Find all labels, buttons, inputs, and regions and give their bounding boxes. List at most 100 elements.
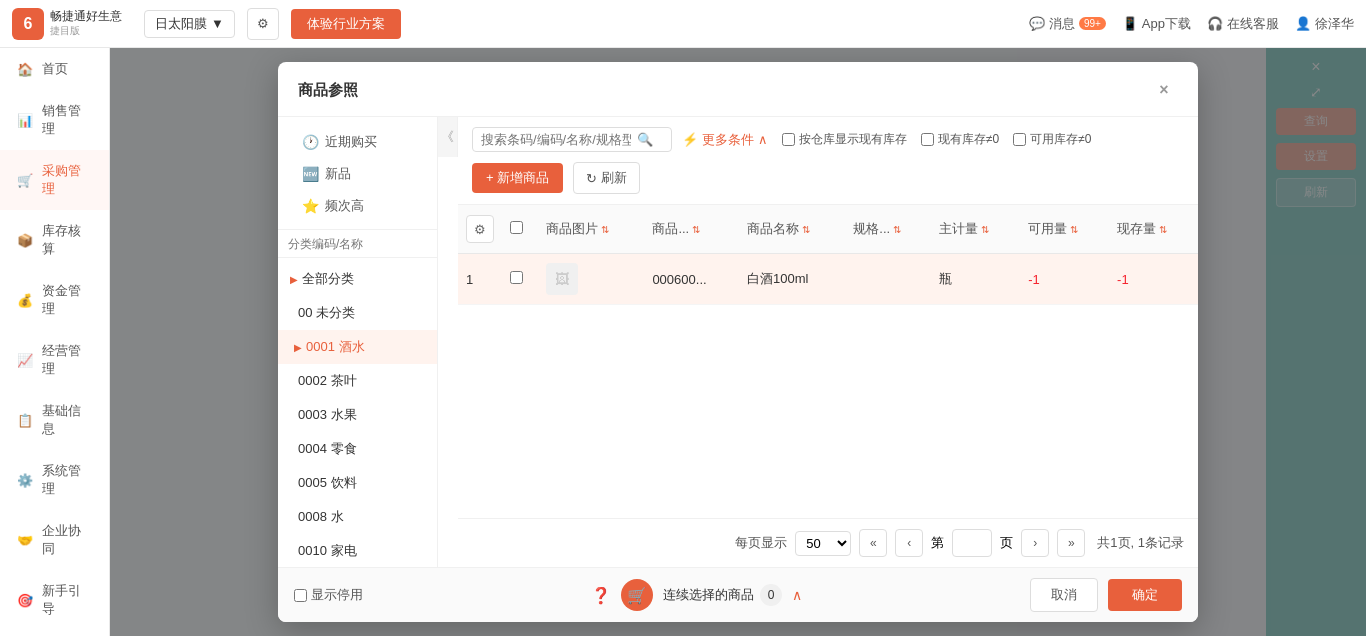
footer-center: ❓ 🛒 连续选择的商品 0 ∧ (591, 579, 802, 611)
cat-item-fruit[interactable]: 0003 水果 (278, 398, 437, 432)
quick-item-frequent[interactable]: ⭐ 频次高 (290, 191, 425, 221)
table-row[interactable]: 1 🖼 (458, 254, 1198, 305)
checkbox-nonzero-available[interactable]: 可用库存≠0 (1013, 131, 1091, 148)
cart-icon: 🛒 (627, 586, 647, 605)
collapse-button[interactable]: 《 (438, 117, 458, 157)
per-page-select[interactable]: 50 100 200 (795, 531, 851, 556)
cat-item-tea[interactable]: 0002 茶叶 (278, 364, 437, 398)
th-unit: 主计量 ⇅ (931, 205, 1020, 254)
sidebar-item-finance[interactable]: 💰 资金管理 (0, 270, 109, 330)
continuous-select: 连续选择的商品 0 (663, 584, 782, 606)
confirm-button[interactable]: 确定 (1108, 579, 1182, 611)
finance-icon: 💰 (16, 291, 34, 309)
add-product-button[interactable]: + 新增商品 (472, 163, 563, 193)
modal-footer: 显示停用 ❓ 🛒 连续选择的商品 0 ∧ (278, 567, 1198, 622)
selected-count-badge: 0 (760, 584, 782, 606)
sidebar-item-collab[interactable]: 🤝 企业协同 (0, 510, 109, 570)
page-info: 共1页, 1条记录 (1097, 534, 1184, 552)
nav-selector[interactable]: 日太阳膜 ▼ (144, 10, 235, 38)
page-last-button[interactable]: » (1057, 529, 1085, 557)
page-label: 第 (931, 534, 944, 552)
checkbox-by-warehouse[interactable]: 按仓库显示现有库存 (782, 131, 907, 148)
top-nav: 6 畅捷通好生意 捷目版 日太阳膜 ▼ ⚙ 体验行业方案 💬 消息 99+ 📱 … (0, 0, 1366, 48)
quick-item-new[interactable]: 🆕 新品 (290, 159, 425, 189)
right-panel: 🔍 ⚡ 更多条件 ∧ 按仓库显示现有库存 (458, 117, 1198, 567)
cat-item-snack[interactable]: 0004 零食 (278, 432, 437, 466)
th-spec: 规格... ⇅ (845, 205, 931, 254)
sidebar-item-apps[interactable]: 📱 应用中心 (0, 630, 109, 636)
modal-dialog: 商品参照 × 🕐 近期购买 (278, 62, 1198, 622)
cancel-button[interactable]: 取消 (1030, 578, 1098, 612)
inventory-icon: 📦 (16, 231, 34, 249)
main-layout: 🏠 首页 📊 销售管理 🛒 采购管理 📦 库存核算 💰 资金管理 📈 经营管理 … (0, 48, 1366, 636)
sidebar-item-home[interactable]: 🏠 首页 (0, 48, 109, 90)
cell-spec (845, 254, 931, 305)
logo-area: 6 畅捷通好生意 捷目版 (12, 8, 132, 40)
cat-item-water[interactable]: 0008 水 (278, 500, 437, 534)
cell-available: -1 (1020, 254, 1109, 305)
quick-item-recent[interactable]: 🕐 近期购买 (290, 127, 425, 157)
expand-icon-liquor: ▶ (294, 342, 302, 353)
product-search-input[interactable] (481, 132, 631, 147)
page-prev-button[interactable]: ‹ (895, 529, 923, 557)
help-icon[interactable]: ❓ (591, 586, 611, 605)
select-all-checkbox[interactable] (510, 221, 523, 234)
th-code: 商品... ⇅ (644, 205, 739, 254)
notifications[interactable]: 💬 消息 99+ (1029, 15, 1106, 33)
image-placeholder: 🖼 (555, 271, 569, 287)
quick-list: 🕐 近期购买 🆕 新品 ⭐ 频次高 (290, 127, 425, 221)
message-icon: 💬 (1029, 16, 1045, 31)
sort-icon-name: ⇅ (802, 224, 810, 235)
gear-button[interactable]: ⚙ (247, 8, 279, 40)
search-icon[interactable]: 🔍 (637, 132, 653, 147)
cat-item-uncategorized[interactable]: 00 未分类 (278, 296, 437, 330)
column-settings-button[interactable]: ⚙ (466, 215, 494, 243)
collapse-icon: 《 (441, 128, 454, 146)
sort-icon-stock: ⇅ (1159, 224, 1167, 235)
category-quick: 🕐 近期购买 🆕 新品 ⭐ 频次高 (278, 117, 437, 230)
page-number-input[interactable]: 1 (952, 529, 992, 557)
expand-up-icon[interactable]: ∧ (792, 587, 802, 603)
cat-item-appliance[interactable]: 0010 家电 (278, 534, 437, 567)
user-profile[interactable]: 👤 徐泽华 (1295, 15, 1354, 33)
sidebar-item-sales[interactable]: 📊 销售管理 (0, 90, 109, 150)
cat-item-beverage[interactable]: 0005 饮料 (278, 466, 437, 500)
new-icon: 🆕 (302, 166, 319, 182)
toolbar: 🔍 ⚡ 更多条件 ∧ 按仓库显示现有库存 (458, 117, 1198, 205)
exp-button[interactable]: 体验行业方案 (291, 9, 401, 39)
refresh-button[interactable]: ↻ 刷新 (573, 162, 640, 194)
cat-item-liquor[interactable]: ▶ 0001 酒水 (278, 330, 437, 364)
cat-item-all[interactable]: ▶ 全部分类 (278, 262, 437, 296)
cell-stock: -1 (1109, 254, 1198, 305)
cell-checkbox (502, 254, 538, 305)
content-area: × ⤢ 查询 设置 刷新 商品参照 × (110, 48, 1366, 636)
sidebar-item-guide[interactable]: 🎯 新手引导 (0, 570, 109, 630)
cart-button[interactable]: 🛒 (621, 579, 653, 611)
guide-icon: 🎯 (16, 591, 34, 609)
th-available: 可用量 ⇅ (1020, 205, 1109, 254)
category-search-input[interactable] (288, 237, 438, 251)
sidebar-item-basic[interactable]: 📋 基础信息 (0, 390, 109, 450)
refresh-icon: ↻ (586, 171, 597, 186)
page-first-button[interactable]: « (859, 529, 887, 557)
filter-button[interactable]: ⚡ 更多条件 ∧ (682, 131, 768, 149)
row-checkbox[interactable] (510, 271, 523, 284)
modal-body: 🕐 近期购买 🆕 新品 ⭐ 频次高 (278, 117, 1198, 567)
footer-right: 取消 确定 (1030, 578, 1182, 612)
sidebar-item-business[interactable]: 📈 经营管理 (0, 330, 109, 390)
modal-close-button[interactable]: × (1150, 76, 1178, 104)
home-icon: 🏠 (16, 60, 34, 78)
app-download[interactable]: 📱 App下载 (1122, 15, 1191, 33)
online-service[interactable]: 🎧 在线客服 (1207, 15, 1279, 33)
sort-icon-code: ⇅ (692, 224, 700, 235)
sidebar-item-system[interactable]: ⚙️ 系统管理 (0, 450, 109, 510)
sidebar-item-inventory[interactable]: 📦 库存核算 (0, 210, 109, 270)
page-next-button[interactable]: › (1021, 529, 1049, 557)
th-stock: 现存量 ⇅ (1109, 205, 1198, 254)
category-panel: 🕐 近期购买 🆕 新品 ⭐ 频次高 (278, 117, 438, 567)
checkbox-nonzero-stock[interactable]: 现有库存≠0 (921, 131, 999, 148)
purchase-icon: 🛒 (16, 171, 34, 189)
show-disabled-checkbox[interactable]: 显示停用 (294, 586, 363, 604)
expand-icon: ▶ (290, 274, 298, 285)
sidebar-item-purchase[interactable]: 🛒 采购管理 (0, 150, 109, 210)
